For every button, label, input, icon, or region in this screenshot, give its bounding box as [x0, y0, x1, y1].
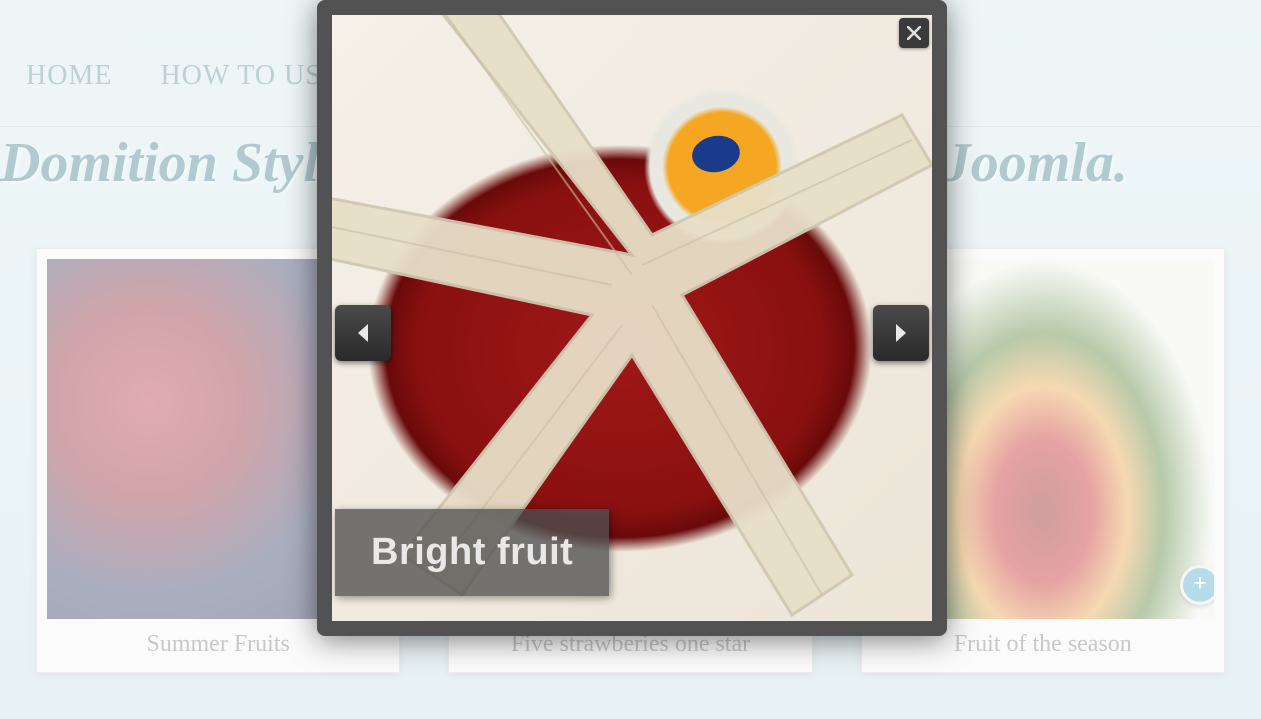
prev-button[interactable]	[335, 305, 391, 361]
close-icon	[907, 26, 921, 40]
lightbox-caption: Bright fruit	[371, 531, 573, 573]
lightbox-caption-box: Bright fruit	[335, 509, 609, 596]
arrow-left-icon	[354, 322, 372, 344]
lightbox: Bright fruit	[317, 0, 947, 636]
next-button[interactable]	[873, 305, 929, 361]
fruit-sticker	[689, 132, 743, 176]
lightbox-content: Bright fruit	[332, 15, 932, 621]
arrow-right-icon	[892, 322, 910, 344]
close-button[interactable]	[899, 18, 929, 48]
